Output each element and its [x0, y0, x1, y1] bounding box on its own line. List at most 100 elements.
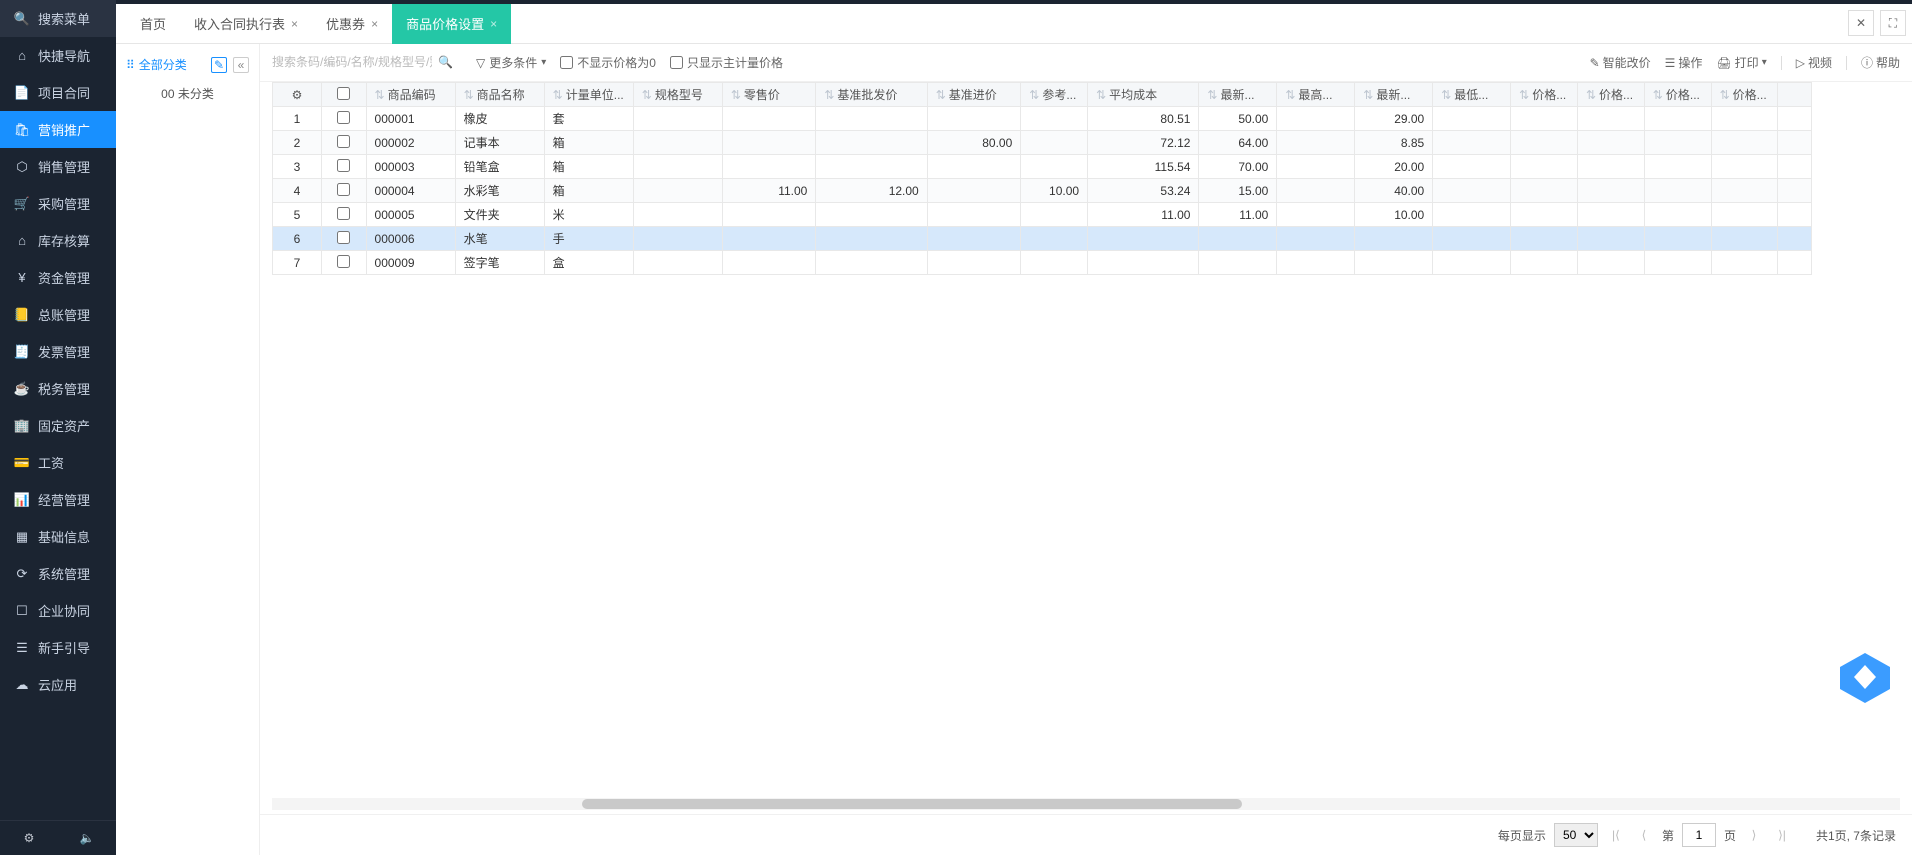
sidebar-item-1[interactable]: ⌂快捷导航 [0, 37, 116, 74]
sidebar-item-7[interactable]: ¥资金管理 [0, 259, 116, 296]
column-header-14[interactable]: ⇅最低... [1433, 83, 1511, 107]
sidebar-item-11[interactable]: 🏢固定资产 [0, 407, 116, 444]
sidebar-item-16[interactable]: ☐企业协同 [0, 592, 116, 629]
sidebar-item-5[interactable]: 🛒采购管理 [0, 185, 116, 222]
row-checkbox[interactable] [337, 255, 350, 268]
fullscreen-button[interactable]: ⛶ [1880, 10, 1906, 36]
first-page-button[interactable]: |⟨ [1606, 825, 1626, 845]
category-item[interactable]: 00 未分类 [120, 77, 255, 110]
operate-button[interactable]: ☰操作 [1665, 54, 1703, 71]
column-header-0[interactable]: ⚙ [273, 83, 322, 107]
sidebar-item-14[interactable]: ▦基础信息 [0, 518, 116, 555]
category-all-label[interactable]: 全部分类 [139, 56, 187, 73]
sidebar-item-17[interactable]: ☰新手引导 [0, 629, 116, 666]
video-button[interactable]: ▷视频 [1796, 54, 1832, 71]
column-header-6[interactable]: ⇅零售价 [722, 83, 816, 107]
edit-category-button[interactable]: ✎ [211, 57, 227, 73]
per-page-select[interactable]: 50 [1554, 823, 1598, 847]
next-page-button[interactable]: ⟩ [1744, 825, 1764, 845]
close-icon[interactable]: × [371, 17, 378, 31]
prev-page-button[interactable]: ⟨ [1634, 825, 1654, 845]
print-button[interactable]: 🖨打印▾ [1716, 54, 1766, 71]
row-checkbox[interactable] [337, 111, 350, 124]
column-header-11[interactable]: ⇅最新... [1199, 83, 1277, 107]
page-input[interactable] [1682, 823, 1716, 847]
sidebar-item-9[interactable]: 🧾发票管理 [0, 333, 116, 370]
more-conditions-button[interactable]: ▽ 更多条件 ▾ [476, 54, 546, 71]
row-checkbox[interactable] [337, 159, 350, 172]
column-header-7[interactable]: ⇅基准批发价 [816, 83, 927, 107]
sort-icon[interactable]: ⇅ [464, 88, 474, 102]
tab-1[interactable]: 收入合同执行表× [180, 4, 312, 44]
sidebar-item-6[interactable]: ⌂库存核算 [0, 222, 116, 259]
sort-icon[interactable]: ⇅ [1720, 88, 1730, 102]
sidebar-item-18[interactable]: ☁云应用 [0, 666, 116, 703]
table-row[interactable]: 1000001橡皮套80.5150.0029.00 [273, 107, 1812, 131]
close-icon[interactable]: × [490, 17, 497, 31]
help-button[interactable]: ⓘ帮助 [1861, 54, 1900, 71]
search-input[interactable] [272, 55, 432, 69]
last-page-button[interactable]: ⟩| [1772, 825, 1792, 845]
column-header-2[interactable]: ⇅商品编码 [366, 83, 455, 107]
sort-icon[interactable]: ⇅ [936, 88, 946, 102]
sidebar-item-10[interactable]: ☕税务管理 [0, 370, 116, 407]
column-header-16[interactable]: ⇅价格... [1577, 83, 1644, 107]
sort-icon[interactable]: ⇅ [1207, 88, 1217, 102]
table-row[interactable]: 3000003铅笔盒箱115.5470.0020.00 [273, 155, 1812, 179]
select-all-checkbox[interactable] [337, 87, 350, 100]
assistant-bird-icon[interactable] [1838, 651, 1892, 705]
only-main-unit-checkbox[interactable]: 只显示主计量价格 [670, 54, 783, 71]
sort-icon[interactable]: ⇅ [1441, 88, 1451, 102]
sort-icon[interactable]: ⇅ [1029, 88, 1039, 102]
gear-icon[interactable]: ⚙ [292, 88, 303, 102]
sort-icon[interactable]: ⇅ [642, 88, 652, 102]
sidebar-item-8[interactable]: 📒总账管理 [0, 296, 116, 333]
sort-icon[interactable]: ⇅ [1363, 88, 1373, 102]
column-header-9[interactable]: ⇅参考... [1021, 83, 1088, 107]
column-header-13[interactable]: ⇅最新... [1355, 83, 1433, 107]
hide-zero-checkbox[interactable]: 不显示价格为0 [560, 54, 656, 71]
column-header-1[interactable] [321, 83, 366, 107]
sort-icon[interactable]: ⇅ [553, 88, 563, 102]
collapse-category-button[interactable]: « [233, 57, 249, 73]
sort-icon[interactable]: ⇅ [1519, 88, 1529, 102]
close-all-tabs-button[interactable]: ✕ [1848, 10, 1874, 36]
column-header-19[interactable] [1778, 83, 1812, 107]
sort-icon[interactable]: ⇅ [375, 88, 385, 102]
tab-3[interactable]: 商品价格设置× [392, 4, 511, 44]
table-row[interactable]: 6000006水笔手 [273, 227, 1812, 251]
settings-button[interactable]: ⚙ [0, 821, 58, 855]
horizontal-scrollbar[interactable] [272, 798, 1900, 810]
row-checkbox[interactable] [337, 231, 350, 244]
row-checkbox[interactable] [337, 135, 350, 148]
column-header-5[interactable]: ⇅规格型号 [633, 83, 722, 107]
row-checkbox[interactable] [337, 207, 350, 220]
search-icon[interactable]: 🔍 [438, 55, 453, 69]
column-header-4[interactable]: ⇅计量单位... [544, 83, 633, 107]
column-header-8[interactable]: ⇅基准进价 [927, 83, 1021, 107]
sort-icon[interactable]: ⇅ [1096, 88, 1106, 102]
sidebar-item-3[interactable]: 🛍营销推广 [0, 111, 116, 148]
sort-icon[interactable]: ⇅ [1285, 88, 1295, 102]
sort-icon[interactable]: ⇅ [731, 88, 741, 102]
sort-icon[interactable]: ⇅ [824, 88, 834, 102]
sidebar-item-4[interactable]: ⬡销售管理 [0, 148, 116, 185]
column-header-18[interactable]: ⇅价格... [1711, 83, 1778, 107]
sidebar-item-0[interactable]: 🔍搜索菜单 [0, 0, 116, 37]
sidebar-item-12[interactable]: 💳工资 [0, 444, 116, 481]
column-header-15[interactable]: ⇅价格... [1511, 83, 1578, 107]
sidebar-item-15[interactable]: ⟳系统管理 [0, 555, 116, 592]
sort-icon[interactable]: ⇅ [1586, 88, 1596, 102]
row-checkbox[interactable] [337, 183, 350, 196]
smart-price-button[interactable]: ✎智能改价 [1590, 54, 1651, 71]
column-header-10[interactable]: ⇅平均成本 [1088, 83, 1199, 107]
collapse-sidebar-button[interactable]: 🔈 [58, 821, 116, 855]
close-icon[interactable]: × [291, 17, 298, 31]
tab-2[interactable]: 优惠券× [312, 4, 392, 44]
table-row[interactable]: 7000009签字笔盒 [273, 251, 1812, 275]
sidebar-item-13[interactable]: 📊经营管理 [0, 481, 116, 518]
table-row[interactable]: 2000002记事本箱80.0072.1264.008.85 [273, 131, 1812, 155]
column-header-12[interactable]: ⇅最高... [1277, 83, 1355, 107]
column-header-17[interactable]: ⇅价格... [1644, 83, 1711, 107]
column-header-3[interactable]: ⇅商品名称 [455, 83, 544, 107]
